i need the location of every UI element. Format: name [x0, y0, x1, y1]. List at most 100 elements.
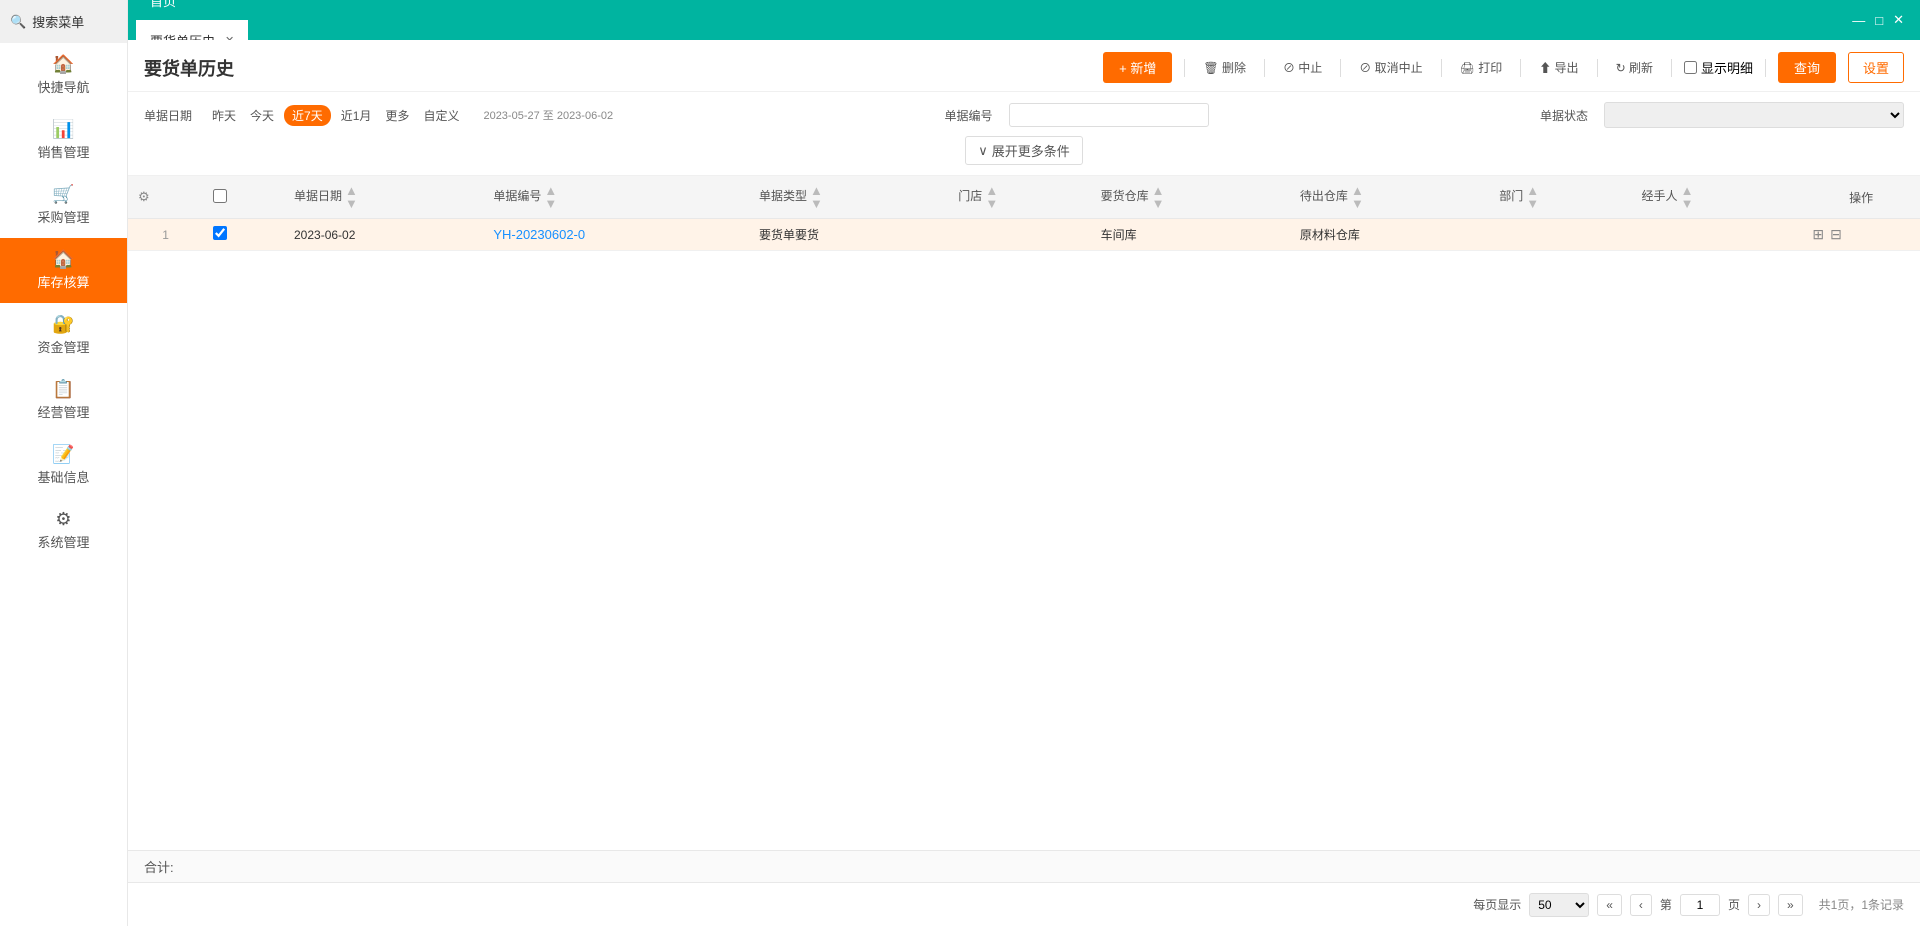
- toolbar-divider-7: [1671, 59, 1672, 77]
- expand-more-button[interactable]: ∨ 展开更多条件: [965, 136, 1083, 165]
- row-view-icon[interactable]: ⊞: [1812, 226, 1824, 243]
- stop-button[interactable]: ⊘ 中止: [1277, 55, 1328, 80]
- col-header-doc_type[interactable]: 单据类型▲▼: [749, 176, 948, 219]
- settings-button[interactable]: 设置: [1848, 52, 1904, 83]
- col-header-doc_date[interactable]: 单据日期▲▼: [284, 176, 483, 219]
- page-header: 要货单历史 + 新增 🗑 删除 ⊘ 中止 ⊘ 取消中止 🖨 打印 ⬆ 导出 ↻ …: [128, 40, 1920, 92]
- row-department: [1489, 219, 1631, 251]
- row-checkbox[interactable]: [203, 219, 284, 251]
- toolbar-divider-5: [1520, 59, 1521, 77]
- topbar: 首页要货单历史✕ — □ ✕: [128, 0, 1920, 40]
- sidebar-label-inventory: 库存核算: [37, 272, 89, 291]
- prev-page-button[interactable]: ‹: [1630, 894, 1652, 916]
- table-row[interactable]: 1 2023-06-02 YH-20230602-0 要货单要货 车间库 原材料…: [128, 219, 1920, 251]
- row-handler: [1632, 219, 1803, 251]
- sidebar-icon-basic: 📝: [52, 445, 74, 463]
- sidebar-item-basic[interactable]: 📝 基础信息: [0, 433, 127, 498]
- sidebar-item-quick-nav[interactable]: 🏠 快捷导航: [0, 43, 127, 108]
- new-button[interactable]: + 新增: [1103, 52, 1172, 83]
- sidebar-item-system[interactable]: ⚙系统管理: [0, 498, 127, 563]
- doc-number-label: 单据编号: [945, 107, 993, 124]
- sidebar-item-operations[interactable]: 📋经营管理: [0, 368, 127, 433]
- date-shortcut-last7days[interactable]: 近7天: [284, 105, 331, 126]
- sidebar-icon-inventory: 🏠: [52, 250, 74, 268]
- sidebar-search[interactable]: 🔍 搜索菜单: [0, 0, 127, 43]
- date-shortcut-custom[interactable]: 自定义: [419, 106, 463, 125]
- table-settings-icon[interactable]: ⚙: [138, 189, 150, 204]
- status-select[interactable]: [1604, 102, 1904, 128]
- data-table: ⚙ 单据日期▲▼单据编号▲▼单据类型▲▼门店▲▼要货仓库▲▼待出仓库▲▼部门▲▼经…: [128, 176, 1920, 251]
- tab-label-home: 首页: [150, 0, 176, 10]
- toolbar-divider-6: [1597, 59, 1598, 77]
- status-label: 单据状态: [1540, 107, 1588, 124]
- row-doc-number: YH-20230602-0: [483, 219, 749, 251]
- filter-row-1: 单据日期 昨天今天近7天近1月更多自定义 2023-05-27 至 2023-0…: [144, 102, 1904, 128]
- sidebar-label-sales: 销售管理: [37, 142, 89, 161]
- col-header-department[interactable]: 部门▲▼: [1489, 176, 1631, 219]
- next-page-button[interactable]: ›: [1748, 894, 1770, 916]
- col-header-req_warehouse[interactable]: 要货仓库▲▼: [1091, 176, 1290, 219]
- toolbar-divider-3: [1340, 59, 1341, 77]
- date-shortcut-last1month[interactable]: 近1月: [337, 106, 376, 125]
- close-button[interactable]: ✕: [1893, 12, 1904, 28]
- sidebar-label-basic: 基础信息: [37, 467, 89, 486]
- page-title: 要货单历史: [144, 55, 234, 81]
- col-header-pending_warehouse[interactable]: 待出仓库▲▼: [1290, 176, 1489, 219]
- sidebar-icon-quick-nav: 🏠: [52, 55, 74, 73]
- table-wrap: ⚙ 单据日期▲▼单据编号▲▼单据类型▲▼门店▲▼要货仓库▲▼待出仓库▲▼部门▲▼经…: [128, 176, 1920, 850]
- row-doc-type: 要货单要货: [749, 219, 948, 251]
- row-actions: ⊞ ⊟: [1802, 219, 1920, 251]
- show-detail-checkbox[interactable]: [1684, 61, 1697, 74]
- delete-button[interactable]: 🗑 删除: [1197, 55, 1252, 80]
- doc-number-link[interactable]: YH-20230602-0: [493, 227, 585, 242]
- row-delete-icon[interactable]: ⊟: [1830, 226, 1842, 243]
- sidebar-label-quick-nav: 快捷导航: [37, 77, 89, 96]
- col-header-settings: ⚙: [128, 176, 203, 219]
- page-suffix-label: 页: [1728, 896, 1740, 913]
- sidebar-label-system: 系统管理: [37, 532, 89, 551]
- chevron-down-icon: ∨: [978, 143, 988, 159]
- col-header-doc_number[interactable]: 单据编号▲▼: [483, 176, 749, 219]
- date-shortcut-more[interactable]: 更多: [381, 106, 413, 125]
- maximize-button[interactable]: □: [1875, 13, 1883, 28]
- sidebar-item-sales[interactable]: 📊销售管理: [0, 108, 127, 173]
- date-range-display: 2023-05-27 至 2023-06-02: [483, 107, 613, 123]
- sidebar-label-finance: 资金管理: [37, 337, 89, 356]
- refresh-button[interactable]: ↻ 刷新: [1610, 55, 1659, 80]
- minimize-button[interactable]: —: [1852, 13, 1865, 28]
- filter-area: 单据日期 昨天今天近7天近1月更多自定义 2023-05-27 至 2023-0…: [128, 92, 1920, 176]
- sidebar-item-purchase[interactable]: 🛒采购管理: [0, 173, 127, 238]
- sidebar-icon-operations: 📋: [52, 380, 74, 398]
- row-num: 1: [128, 219, 203, 251]
- sidebar-item-inventory[interactable]: 🏠 库存核算: [0, 238, 127, 303]
- content-area: 要货单历史 + 新增 🗑 删除 ⊘ 中止 ⊘ 取消中止 🖨 打印 ⬆ 导出 ↻ …: [128, 40, 1920, 926]
- page-size-select[interactable]: 102050100: [1529, 893, 1589, 917]
- last-page-button[interactable]: »: [1778, 894, 1803, 916]
- sidebar-item-finance[interactable]: 🔐资金管理: [0, 303, 127, 368]
- first-page-button[interactable]: «: [1597, 894, 1622, 916]
- table-footer: 合计:: [128, 850, 1920, 882]
- sidebar-label-purchase: 采购管理: [37, 207, 89, 226]
- date-shortcut-today[interactable]: 今天: [246, 106, 278, 125]
- cancel-stop-button[interactable]: ⊘ 取消中止: [1353, 55, 1428, 80]
- summary-label: 合计:: [144, 857, 174, 876]
- select-all-checkbox[interactable]: [213, 189, 227, 203]
- topbar-tab-home[interactable]: 首页: [136, 0, 248, 20]
- search-icon: 🔍: [10, 14, 26, 30]
- col-header-store[interactable]: 门店▲▼: [948, 176, 1090, 219]
- query-button[interactable]: 查询: [1778, 52, 1836, 83]
- date-shortcut-yesterday[interactable]: 昨天: [208, 106, 240, 125]
- row-req-warehouse: 车间库: [1091, 219, 1290, 251]
- doc-number-input[interactable]: [1009, 103, 1209, 127]
- pagination: 每页显示 102050100 « ‹ 第 页 › » 共1页，1条记录: [128, 882, 1920, 926]
- print-button[interactable]: 🖨 打印: [1454, 55, 1509, 80]
- toolbar-divider-4: [1441, 59, 1442, 77]
- page-prefix-label: 第: [1660, 896, 1672, 913]
- row-doc-date: 2023-06-02: [284, 219, 483, 251]
- row-store: [948, 219, 1090, 251]
- export-button[interactable]: ⬆ 导出: [1533, 55, 1584, 80]
- col-header-handler[interactable]: 经手人▲▼: [1632, 176, 1803, 219]
- page-number-input[interactable]: [1680, 894, 1720, 916]
- toolbar: + 新增 🗑 删除 ⊘ 中止 ⊘ 取消中止 🖨 打印 ⬆ 导出 ↻ 刷新 显示明…: [1103, 52, 1904, 83]
- show-detail-label[interactable]: 显示明细: [1684, 58, 1753, 77]
